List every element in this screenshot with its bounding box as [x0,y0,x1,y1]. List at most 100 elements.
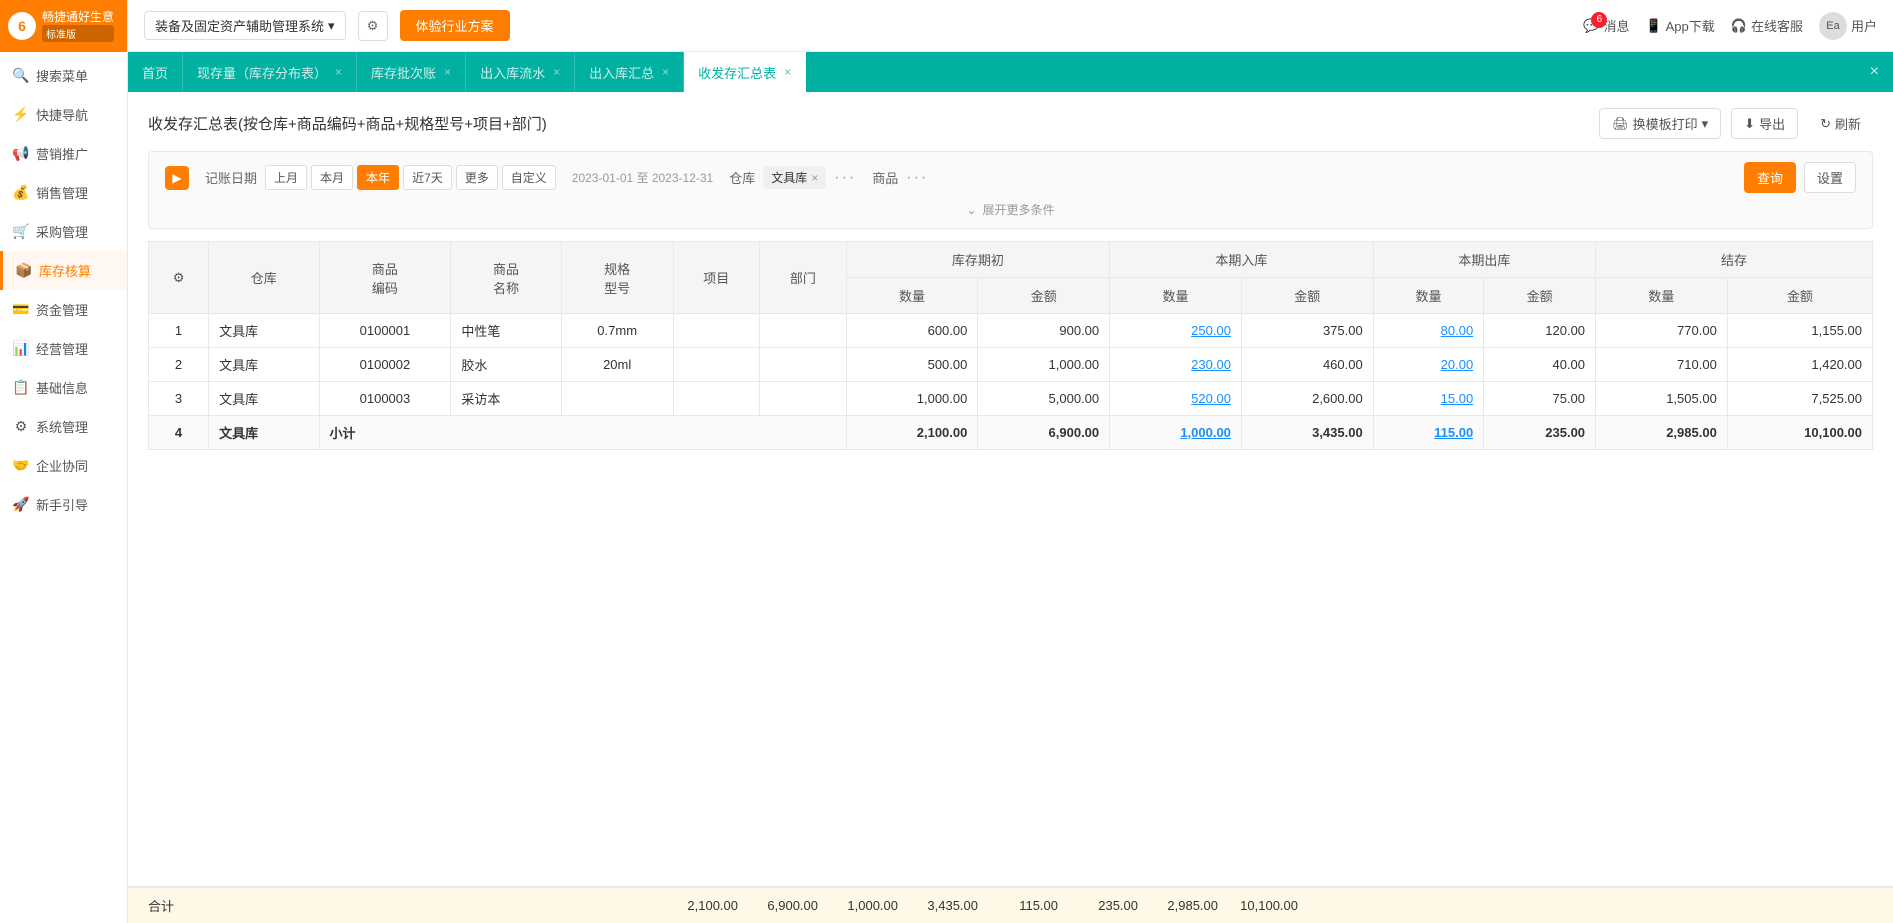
quick-nav-icon: ⚡ [12,106,30,124]
warehouse-filter-tag[interactable]: 文具库 × [763,166,826,189]
row-name-1: 胶水 [451,348,561,382]
chevron-down-icon-expand: ⌄ [966,203,976,217]
tab-close-in-out-summary[interactable]: × [662,65,669,79]
sidebar-item-inventory[interactable]: 📦库存核算 [0,251,127,290]
tab-close-receive-send[interactable]: × [784,65,791,79]
row-in-qty-0[interactable]: 250.00 [1110,314,1242,348]
tab-inventory-dist[interactable]: 现存量（库存分布表）× [183,52,357,92]
messages-count: 6 [1591,12,1607,28]
tab-label-in-out-summary: 出入库汇总 [589,63,654,82]
subtotal-balance-amt: 10,100.00 [1727,416,1872,450]
page-title-row: 收发存汇总表(按仓库+商品编码+商品+规格型号+项目+部门) 🖨 换模板打印 ▾… [148,108,1873,139]
subtotal-in-qty[interactable]: 1,000.00 [1110,416,1242,450]
total-out-qty: 115.00 [988,898,1068,913]
row-out-qty-1[interactable]: 20.00 [1373,348,1484,382]
sidebar-item-guide[interactable]: 🚀新手引导 [0,485,127,524]
export-icon: ⬇ [1744,116,1755,132]
export-button[interactable]: ⬇ 导出 [1731,108,1798,139]
logo-badge: 标准版 [42,25,114,42]
out-qty-header: 数量 [1373,278,1484,314]
row-num-0: 1 [149,314,209,348]
marketing-icon: 📢 [12,145,30,163]
tab-close-batch[interactable]: × [444,65,451,79]
row-dept-1 [760,348,847,382]
sidebar-item-sales[interactable]: 💰销售管理 [0,173,127,212]
sidebar-item-enterprise[interactable]: 🤝企业协同 [0,446,127,485]
sidebar-item-quick-nav[interactable]: ⚡快捷导航 [0,95,127,134]
print-template-button[interactable]: 🖨 换模板打印 ▾ [1599,108,1721,139]
row-num-1: 2 [149,348,209,382]
refresh-button[interactable]: ↻ 刷新 [1808,109,1873,138]
row-in-qty-2[interactable]: 520.00 [1110,382,1242,416]
page-actions: 🖨 换模板打印 ▾ ⬇ 导出 ↻ 刷新 [1599,108,1873,139]
system-name: 装备及固定资产辅助管理系统 [155,16,324,35]
sidebar-item-finance[interactable]: 💳资金管理 [0,290,127,329]
date-filter-label: 记账日期 [205,168,257,187]
warehouse-filter-group: 仓库 文具库 × ··· [729,166,856,189]
tab-close-inventory-dist[interactable]: × [335,65,342,79]
warehouse-filter-dots[interactable]: ··· [834,169,856,187]
filter-settings-button[interactable]: 设置 [1804,162,1856,193]
warehouse-tag-close-icon[interactable]: × [811,171,818,185]
row-in-amt-1: 460.00 [1241,348,1373,382]
operations-icon: 📊 [12,340,30,358]
date-7days-button[interactable]: 近7天 [403,165,452,190]
logo-text-area: 畅捷通好生意 标准版 [42,10,114,43]
date-more-button[interactable]: 更多 [456,165,498,190]
sidebar-item-operations[interactable]: 📊经营管理 [0,329,127,368]
tab-receive-send[interactable]: 收发存汇总表× [684,52,806,92]
date-last-month-button[interactable]: 上月 [265,165,307,190]
subtotal-opening-qty: 2,100.00 [846,416,978,450]
row-out-qty-0[interactable]: 80.00 [1373,314,1484,348]
messages-item[interactable]: 💬 6 消息 [1583,16,1629,35]
date-custom-button[interactable]: 自定义 [502,165,556,190]
opening-qty-header: 数量 [846,278,978,314]
system-selector[interactable]: 装备及固定资产辅助管理系统 ▾ [144,11,346,40]
row-balance-amt-1: 1,420.00 [1727,348,1872,382]
goods-filter-dots[interactable]: ··· [906,169,928,187]
expand-more-row[interactable]: ⌄ 展开更多条件 [165,201,1856,218]
date-this-year-button[interactable]: 本年 [357,165,399,190]
page-panel: 收发存汇总表(按仓库+商品编码+商品+规格型号+项目+部门) 🖨 换模板打印 ▾… [128,92,1893,886]
user-item[interactable]: Ea 用户 [1819,12,1877,40]
sidebar-item-system[interactable]: ⚙系统管理 [0,407,127,446]
settings-button[interactable]: ⚙ [358,11,388,41]
row-warehouse-0: 文具库 [209,314,319,348]
sidebar-item-purchase[interactable]: 🛒采购管理 [0,212,127,251]
app-download-item[interactable]: 📱 App下载 [1645,16,1714,35]
name-col-header: 商品名称 [451,242,561,314]
filter-expand-button[interactable]: ▶ [165,166,189,190]
row-name-0: 中性笔 [451,314,561,348]
tab-label-in-out-flow: 出入库流水 [480,63,545,82]
row-code-1: 0100002 [319,348,451,382]
date-this-month-button[interactable]: 本月 [311,165,353,190]
app-download-label: App下载 [1666,16,1715,35]
sidebar-item-basic-info[interactable]: 📋基础信息 [0,368,127,407]
row-project-1 [673,348,760,382]
close-all-tabs-button[interactable]: × [1856,63,1893,81]
tab-close-in-out-flow[interactable]: × [553,65,560,79]
query-button[interactable]: 查询 [1744,162,1796,193]
sidebar-item-marketing[interactable]: 📢营销推广 [0,134,127,173]
settings-col-header[interactable]: ⚙ [149,242,209,314]
online-service-item[interactable]: 🎧 在线客服 [1731,16,1803,35]
subtotal-out-qty[interactable]: 115.00 [1373,416,1484,450]
try-industry-button[interactable]: 体验行业方案 [400,10,510,41]
row-in-qty-1[interactable]: 230.00 [1110,348,1242,382]
project-col-header: 项目 [673,242,760,314]
tab-in-out-summary[interactable]: 出入库汇总 × [575,52,684,92]
subtotal-in-amt: 3,435.00 [1241,416,1373,450]
sidebar-label-guide: 新手引导 [36,495,88,514]
subtotal-out-amt: 235.00 [1484,416,1596,450]
opening-col-group: 库存期初 [846,242,1110,278]
tab-home[interactable]: 首页 [128,52,183,92]
sidebar-item-search[interactable]: 🔍搜索菜单 [0,56,127,95]
tab-batch[interactable]: 库存批次账× [357,52,466,92]
total-label: 合计 [148,896,668,915]
row-out-qty-2[interactable]: 15.00 [1373,382,1484,416]
total-balance-amt: 10,100.00 [1228,898,1308,913]
row-spec-0: 0.7mm [561,314,673,348]
header-right: 💬 6 消息 📱 App下载 🎧 在线客服 Ea 用户 [1583,12,1877,40]
tab-in-out-flow[interactable]: 出入库流水 × [466,52,575,92]
sidebar-label-search: 搜索菜单 [36,66,88,85]
